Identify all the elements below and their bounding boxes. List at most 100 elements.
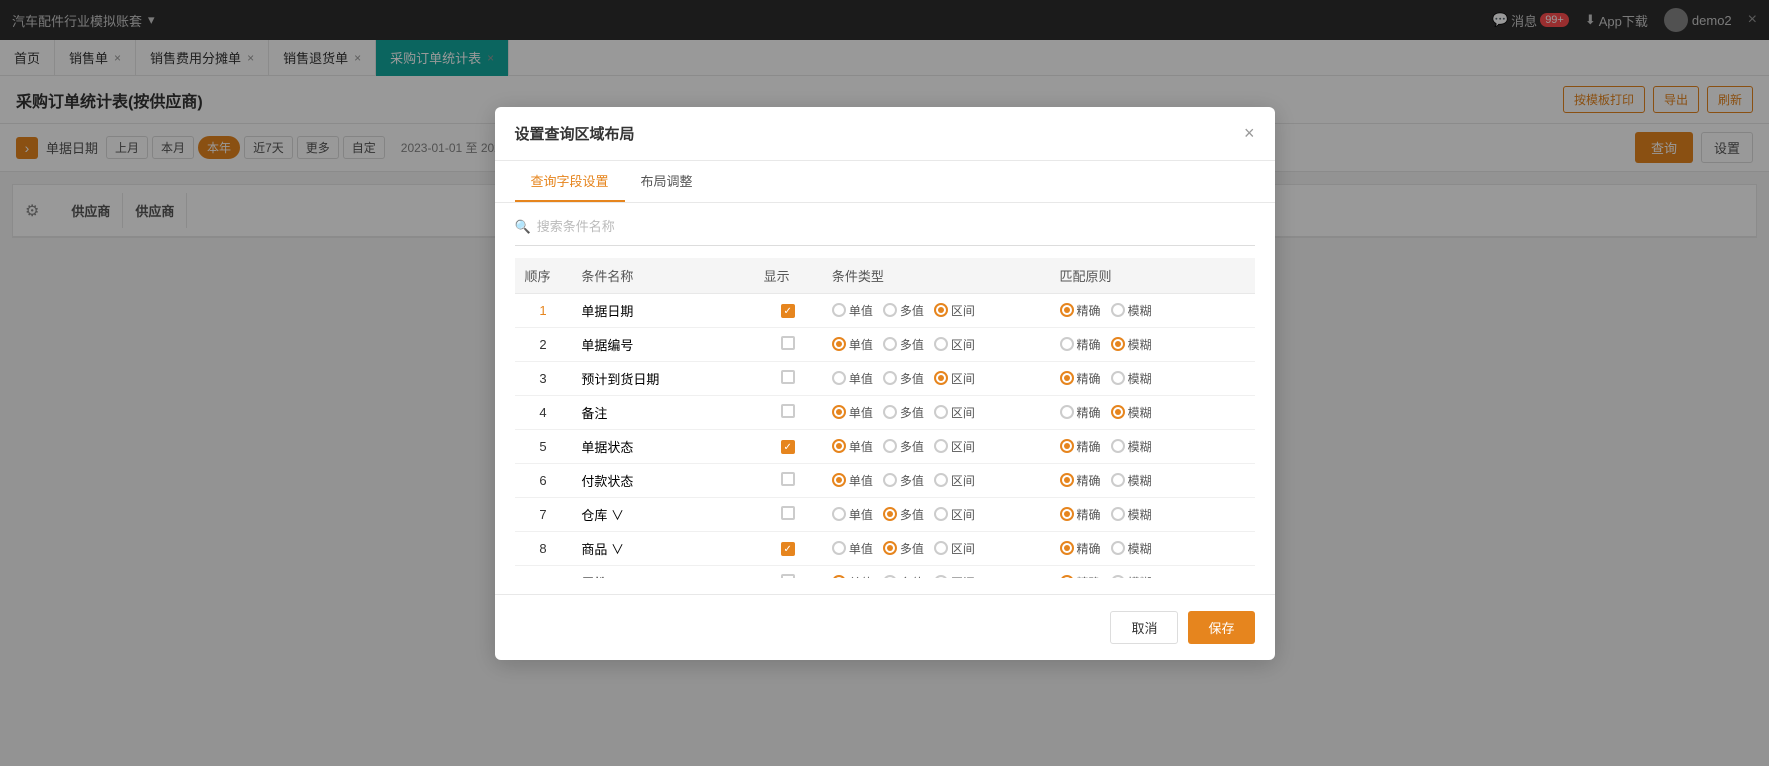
display-checkbox[interactable]: ✓ <box>781 304 795 318</box>
rule-radio-模糊[interactable]: 模糊 <box>1111 574 1152 578</box>
display-checkbox[interactable] <box>781 370 795 384</box>
cell-rule: 精确模糊 <box>1050 293 1255 327</box>
display-checkbox[interactable] <box>781 472 795 486</box>
rule-radio-模糊[interactable]: 模糊 <box>1111 506 1152 523</box>
type-radio-单值[interactable]: 单值 <box>832 336 873 353</box>
cell-type: 单值多值区间 <box>822 293 1050 327</box>
type-radio-多值[interactable]: 多值 <box>883 506 924 523</box>
rule-radio-精确[interactable]: 精确 <box>1060 302 1101 319</box>
th-order: 顺序 <box>515 258 572 294</box>
cell-name: 备注 <box>571 395 753 429</box>
cell-display[interactable]: ✓ <box>754 293 822 327</box>
type-radio-区间[interactable]: 区间 <box>934 336 975 353</box>
type-radio-多值[interactable]: 多值 <box>883 540 924 557</box>
type-radio-单值[interactable]: 单值 <box>832 574 873 578</box>
rule-radio-精确[interactable]: 精确 <box>1060 506 1101 523</box>
cell-display[interactable]: ✓ <box>754 531 822 565</box>
cancel-button[interactable]: 取消 <box>1110 611 1178 644</box>
rule-radio-精确[interactable]: 精确 <box>1060 370 1101 387</box>
type-radio-区间[interactable]: 区间 <box>934 574 975 578</box>
cell-type: 单值多值区间 <box>822 429 1050 463</box>
cell-display[interactable] <box>754 327 822 361</box>
type-radio-区间[interactable]: 区间 <box>934 302 975 319</box>
type-radio-多值[interactable]: 多值 <box>883 574 924 578</box>
cell-order: 2 <box>515 327 572 361</box>
display-checkbox[interactable]: ✓ <box>781 440 795 454</box>
rule-radio-精确[interactable]: 精确 <box>1060 404 1101 421</box>
cell-rule: 精确模糊 <box>1050 497 1255 531</box>
settings-dialog: 设置查询区域布局 × 查询字段设置 布局调整 🔍 顺序 条件名称 <box>495 107 1275 660</box>
dialog-footer: 取消 保存 <box>495 594 1275 660</box>
cell-name: 单据编号 <box>571 327 753 361</box>
type-radio-单值[interactable]: 单值 <box>832 370 873 387</box>
cell-type: 单值多值区间 <box>822 327 1050 361</box>
rule-radio-模糊[interactable]: 模糊 <box>1111 438 1152 455</box>
type-radio-区间[interactable]: 区间 <box>934 438 975 455</box>
cell-order: 4 <box>515 395 572 429</box>
type-radio-多值[interactable]: 多值 <box>883 438 924 455</box>
dialog-tab-query[interactable]: 查询字段设置 <box>515 161 625 202</box>
type-radio-多值[interactable]: 多值 <box>883 404 924 421</box>
display-checkbox[interactable] <box>781 574 795 578</box>
rule-radio-模糊[interactable]: 模糊 <box>1111 404 1152 421</box>
dialog-header: 设置查询区域布局 × <box>495 107 1275 161</box>
type-radio-区间[interactable]: 区间 <box>934 540 975 557</box>
cell-rule: 精确模糊 <box>1050 361 1255 395</box>
cell-display[interactable] <box>754 497 822 531</box>
type-radio-单值[interactable]: 单值 <box>832 438 873 455</box>
table-row: 3预计到货日期单值多值区间精确模糊 <box>515 361 1255 395</box>
type-radio-区间[interactable]: 区间 <box>934 472 975 489</box>
cell-rule: 精确模糊 <box>1050 463 1255 497</box>
display-checkbox[interactable] <box>781 336 795 350</box>
display-checkbox[interactable] <box>781 506 795 520</box>
cell-display[interactable] <box>754 395 822 429</box>
cell-order: 8 <box>515 531 572 565</box>
search-input[interactable] <box>537 219 737 234</box>
cell-order: 7 <box>515 497 572 531</box>
cell-display[interactable] <box>754 565 822 578</box>
table-row: 1单据日期✓单值多值区间精确模糊 <box>515 293 1255 327</box>
type-radio-单值[interactable]: 单值 <box>832 404 873 421</box>
type-radio-多值[interactable]: 多值 <box>883 302 924 319</box>
cell-name: 单据日期 <box>571 293 753 327</box>
rule-radio-精确[interactable]: 精确 <box>1060 540 1101 557</box>
type-radio-区间[interactable]: 区间 <box>934 370 975 387</box>
dialog-overlay: 设置查询区域布局 × 查询字段设置 布局调整 🔍 顺序 条件名称 <box>0 0 1769 766</box>
cell-rule: 精确模糊 <box>1050 531 1255 565</box>
type-radio-单值[interactable]: 单值 <box>832 472 873 489</box>
cell-rule: 精确模糊 <box>1050 327 1255 361</box>
table-row: 4备注 单值多值区间 精确模糊 <box>515 395 1255 429</box>
rule-radio-精确[interactable]: 精确 <box>1060 438 1101 455</box>
rule-radio-精确[interactable]: 精确 <box>1060 574 1101 578</box>
cell-display[interactable]: ✓ <box>754 429 822 463</box>
type-radio-多值[interactable]: 多值 <box>883 370 924 387</box>
rule-radio-模糊[interactable]: 模糊 <box>1111 370 1152 387</box>
search-icon: 🔍 <box>515 219 531 235</box>
type-radio-单值[interactable]: 单值 <box>832 540 873 557</box>
display-checkbox[interactable]: ✓ <box>781 542 795 556</box>
type-radio-多值[interactable]: 多值 <box>883 472 924 489</box>
rule-radio-模糊[interactable]: 模糊 <box>1111 336 1152 353</box>
type-radio-单值[interactable]: 单值 <box>832 302 873 319</box>
rule-radio-精确[interactable]: 精确 <box>1060 472 1101 489</box>
th-name: 条件名称 <box>571 258 753 294</box>
type-radio-区间[interactable]: 区间 <box>934 506 975 523</box>
type-radio-多值[interactable]: 多值 <box>883 336 924 353</box>
display-checkbox[interactable] <box>781 404 795 418</box>
table-row: 6付款状态单值多值区间精确模糊 <box>515 463 1255 497</box>
conditions-table: 顺序 条件名称 显示 条件类型 匹配原则 1单据日期✓单值多值区间精确模糊2单据… <box>515 258 1255 578</box>
type-radio-区间[interactable]: 区间 <box>934 404 975 421</box>
save-button[interactable]: 保存 <box>1188 611 1254 644</box>
rule-radio-精确[interactable]: 精确 <box>1060 336 1101 353</box>
cell-type: 单值多值区间 <box>822 531 1050 565</box>
rule-radio-模糊[interactable]: 模糊 <box>1111 540 1152 557</box>
dialog-close-btn[interactable]: × <box>1244 123 1255 144</box>
rule-radio-模糊[interactable]: 模糊 <box>1111 302 1152 319</box>
dialog-tab-layout[interactable]: 布局调整 <box>625 161 709 202</box>
rule-radio-模糊[interactable]: 模糊 <box>1111 472 1152 489</box>
cell-display[interactable] <box>754 463 822 497</box>
cell-rule: 精确 模糊 <box>1050 565 1255 578</box>
cell-display[interactable] <box>754 361 822 395</box>
dialog-body: 🔍 顺序 条件名称 显示 条件类型 匹配原则 <box>495 203 1275 594</box>
type-radio-单值[interactable]: 单值 <box>832 506 873 523</box>
